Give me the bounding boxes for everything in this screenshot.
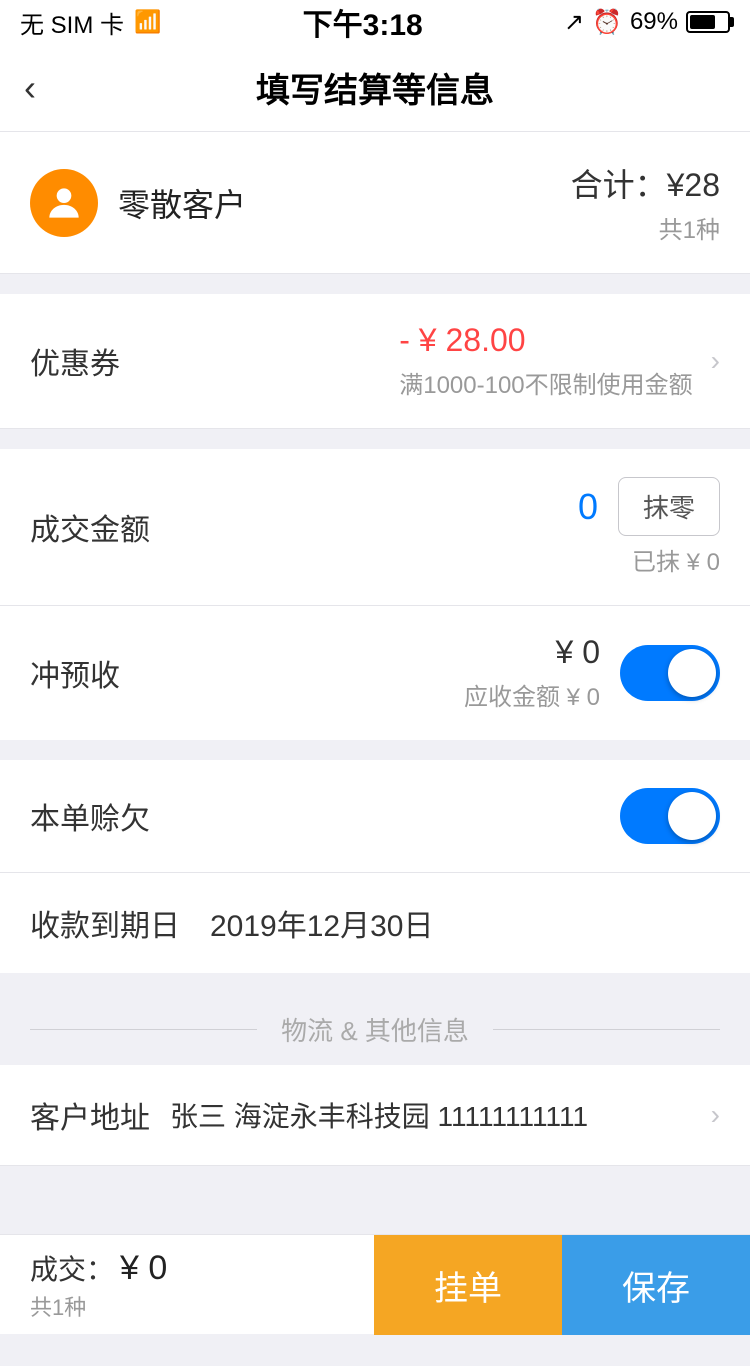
prepay-row: 冲预收 ¥ 0 应收金额 ¥ 0: [0, 606, 750, 740]
receivable-amount: 应收金额 ¥ 0: [464, 677, 600, 712]
debt-toggle-knob: [668, 792, 716, 840]
bottom-bar: 成交： ¥ 0 共1种 挂单 保存: [0, 1234, 750, 1334]
debt-row: 本单赊欠: [0, 760, 750, 873]
prepay-right: ¥ 0 应收金额 ¥ 0: [464, 634, 720, 712]
logistics-text-wrap: 物流 & 其他信息: [257, 1011, 493, 1048]
customer-section: 零散客户 合计：¥28 共1种: [0, 132, 750, 274]
status-time: 下午3:18: [303, 0, 423, 44]
status-left: 无 SIM 卡 📶: [20, 5, 161, 40]
nav-bar: ‹ 填写结算等信息: [0, 44, 750, 132]
customer-info: 零散客户: [30, 169, 246, 237]
prepay-values: ¥ 0 应收金额 ¥ 0: [464, 634, 600, 712]
amount-value: 0: [578, 486, 598, 528]
amount-controls: 0 抹零: [578, 477, 720, 536]
address-value: 张三 海淀永丰科技园 11111111111: [170, 1095, 703, 1135]
battery-percent: 69%: [630, 8, 678, 36]
chevron-right-address-icon: ›: [711, 1099, 720, 1131]
location-icon: ↗: [564, 8, 584, 37]
status-right: ↗ ⏰ 69%: [564, 8, 730, 37]
wifi-icon: 📶: [134, 9, 161, 35]
debt-toggle[interactable]: [620, 788, 720, 844]
debt-label: 本单赊欠: [30, 794, 150, 838]
section-divider-3: [0, 740, 750, 760]
coupon-row[interactable]: 优惠券 - ¥ 28.00 满1000-100不限制使用金额 ›: [0, 294, 750, 429]
back-icon: ‹: [24, 67, 36, 109]
coupon-label: 优惠券: [30, 339, 120, 383]
user-icon: [42, 181, 86, 225]
address-row[interactable]: 客户地址 张三 海淀永丰科技园 11111111111 ›: [0, 1065, 750, 1166]
total-count: 共1种: [571, 210, 720, 245]
content: 零散客户 合计：¥28 共1种 优惠券 - ¥ 28.00 满1000-100不…: [0, 132, 750, 1366]
battery-icon: [686, 11, 730, 33]
bottom-count: 共1种: [30, 1290, 344, 1322]
page-title: 填写结算等信息: [256, 63, 494, 112]
bottom-deal-label: 成交：: [30, 1248, 114, 1288]
section-divider-2: [0, 429, 750, 449]
amount-label: 成交金额: [30, 505, 150, 549]
debt-section: 本单赊欠 收款到期日 2019年12月30日: [0, 760, 750, 973]
toggle-knob: [668, 649, 716, 697]
coupon-section[interactable]: 优惠券 - ¥ 28.00 满1000-100不限制使用金额 ›: [0, 294, 750, 429]
customer-row: 零散客户 合计：¥28 共1种: [0, 132, 750, 274]
save-button[interactable]: 保存: [562, 1235, 750, 1335]
section-divider-5: [0, 1166, 750, 1186]
address-label: 客户地址: [30, 1093, 150, 1137]
coupon-right: - ¥ 28.00 满1000-100不限制使用金额 ›: [399, 322, 720, 400]
bottom-deal-row: 成交： ¥ 0: [30, 1248, 344, 1288]
section-divider-6: [0, 1186, 750, 1206]
coupon-amount: - ¥ 28.00: [399, 322, 692, 359]
total-amount: 合计：¥28: [571, 160, 720, 206]
amount-row: 成交金额 0 抹零 已抹 ¥ 0: [0, 449, 750, 606]
sim-status: 无 SIM 卡: [20, 5, 124, 40]
coupon-info: - ¥ 28.00 满1000-100不限制使用金额: [399, 322, 692, 400]
logistics-header: 物流 & 其他信息: [0, 993, 750, 1065]
customer-total: 合计：¥28 共1种: [571, 160, 720, 245]
due-date-label: 收款到期日: [30, 901, 180, 945]
chevron-right-icon: ›: [711, 345, 720, 377]
due-date-value: 2019年12月30日: [210, 901, 433, 945]
prepay-label: 冲预收: [30, 651, 120, 695]
back-button[interactable]: ‹: [24, 67, 36, 109]
avatar: [30, 169, 98, 237]
status-bar: 无 SIM 卡 📶 下午3:18 ↗ ⏰ 69%: [0, 0, 750, 44]
section-divider-1: [0, 274, 750, 294]
bottom-summary: 成交： ¥ 0 共1种: [0, 1235, 374, 1334]
prepay-toggle[interactable]: [620, 645, 720, 701]
customer-name: 零散客户: [118, 180, 246, 226]
bottom-amount: ¥ 0: [120, 1249, 167, 1288]
prepay-amount: ¥ 0: [464, 634, 600, 671]
pending-button[interactable]: 挂单: [374, 1235, 562, 1335]
address-chevron: ›: [703, 1099, 720, 1131]
section-divider-4: [0, 973, 750, 993]
coupon-desc: 满1000-100不限制使用金额: [399, 365, 692, 400]
due-date-row: 收款到期日 2019年12月30日: [0, 873, 750, 973]
already-rounded: 已抹 ¥ 0: [578, 542, 720, 577]
amount-right: 0 抹零 已抹 ¥ 0: [578, 477, 720, 577]
alarm-icon: ⏰: [592, 8, 622, 37]
logistics-title: 物流 & 其他信息: [281, 1016, 469, 1046]
transaction-section: 成交金额 0 抹零 已抹 ¥ 0 冲预收 ¥ 0 应收金额 ¥ 0: [0, 449, 750, 740]
round-button[interactable]: 抹零: [618, 477, 720, 536]
section-divider-7: [0, 1206, 750, 1226]
address-section[interactable]: 客户地址 张三 海淀永丰科技园 11111111111 ›: [0, 1065, 750, 1166]
